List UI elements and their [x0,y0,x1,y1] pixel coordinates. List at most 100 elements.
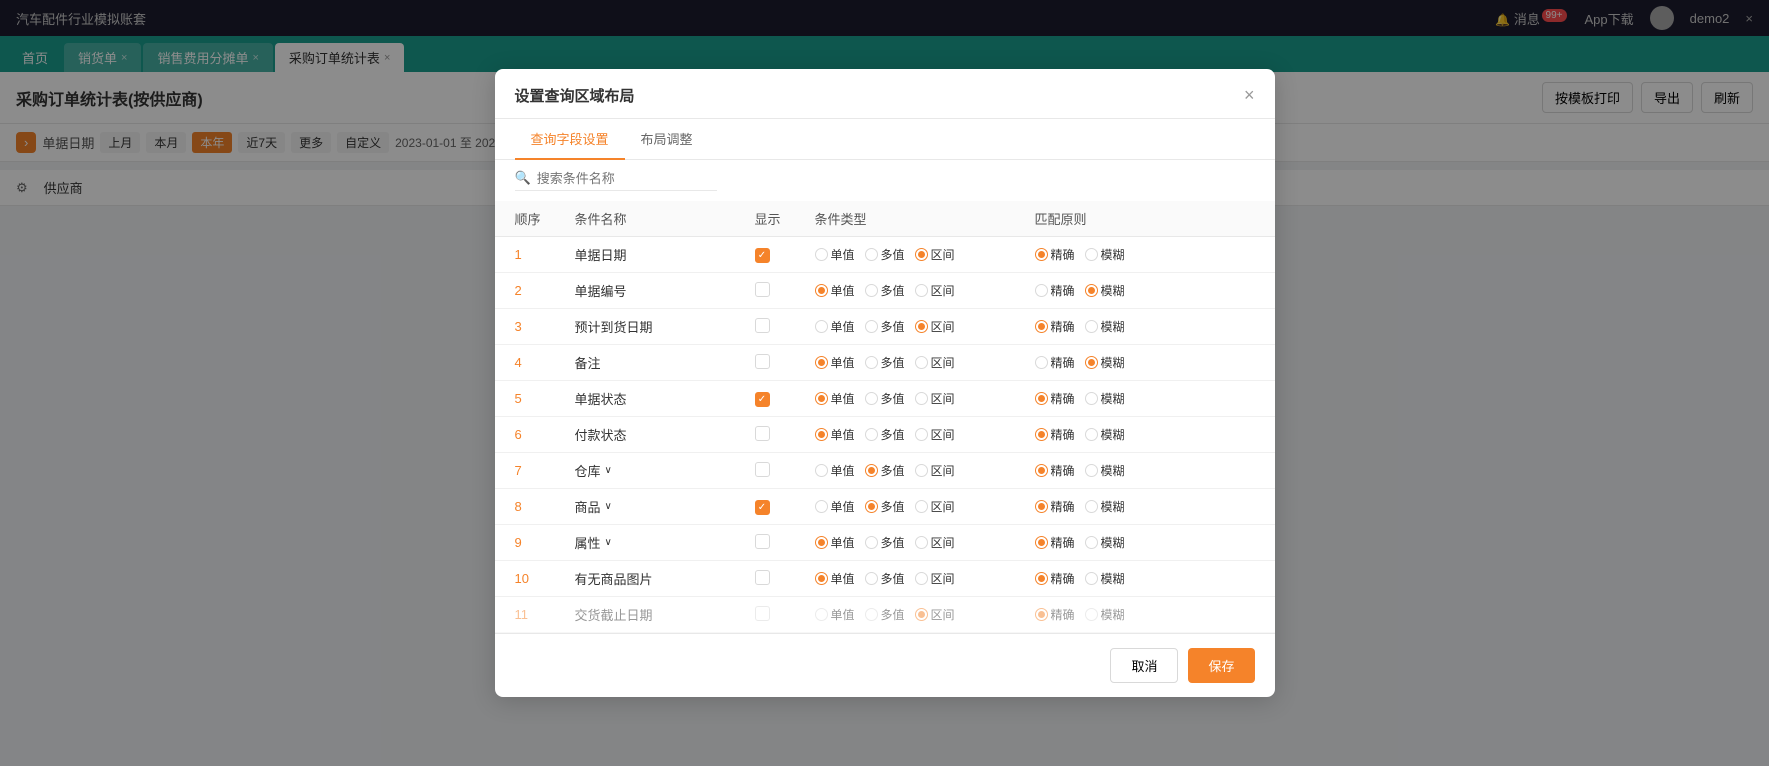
row4-display-chk[interactable] [755,354,815,372]
row7-display-chk[interactable] [755,462,815,480]
radio-single[interactable] [815,320,828,333]
radio-exact[interactable] [1035,428,1048,441]
checkbox-checked[interactable]: ✓ [755,500,770,515]
radio-range[interactable] [915,392,928,405]
radio-range[interactable] [915,428,928,441]
radio-fuzzy[interactable] [1085,500,1098,513]
radio-fuzzy[interactable] [1085,572,1098,585]
row8-display-chk[interactable]: ✓ [755,498,815,515]
radio-single[interactable] [815,248,828,261]
radio-multi[interactable] [865,536,878,549]
row2-display-chk[interactable] [755,282,815,300]
checkbox[interactable] [755,282,770,297]
radio-exact[interactable] [1035,248,1048,261]
row4-match: 精确 模糊 [1035,354,1235,371]
row11-display-chk[interactable] [755,606,815,624]
radio-multi[interactable] [865,392,878,405]
radio-multi[interactable] [865,248,878,261]
checkbox[interactable] [755,354,770,369]
radio-range[interactable] [915,248,928,261]
radio-range[interactable] [915,464,928,477]
radio-exact[interactable] [1035,356,1048,369]
checkbox[interactable] [755,462,770,477]
radio-multi[interactable] [865,500,878,513]
radio-single[interactable] [815,356,828,369]
row1-type: 单值 多值 区间 [815,246,1035,263]
checkbox[interactable] [755,426,770,441]
radio-exact[interactable] [1035,608,1048,621]
checkbox-checked[interactable]: ✓ [755,248,770,263]
row7-match: 精确 模糊 [1035,462,1235,479]
radio-multi[interactable] [865,284,878,297]
radio-fuzzy[interactable] [1085,284,1098,297]
radio-single[interactable] [815,392,828,405]
radio-range[interactable] [915,500,928,513]
radio-single[interactable] [815,284,828,297]
radio-multi[interactable] [865,572,878,585]
radio-range[interactable] [915,284,928,297]
radio-exact[interactable] [1035,464,1048,477]
tab-query-fields[interactable]: 查询字段设置 [515,119,625,160]
row8-type: 单值 多值 区间 [815,498,1035,515]
radio-fuzzy[interactable] [1085,392,1098,405]
radio-range[interactable] [915,536,928,549]
radio-multi[interactable] [865,464,878,477]
row7-type: 单值 多值 区间 [815,462,1035,479]
radio-exact[interactable] [1035,500,1048,513]
checkbox[interactable] [755,534,770,549]
radio-fuzzy[interactable] [1085,356,1098,369]
checkbox[interactable] [755,570,770,585]
col-match: 匹配原则 [1035,209,1235,228]
radio-single[interactable] [815,500,828,513]
row5-match: 精确 模糊 [1035,390,1235,407]
row6-display-chk[interactable] [755,426,815,444]
row5-display-chk[interactable]: ✓ [755,390,815,407]
row3-match: 精确 模糊 [1035,318,1235,335]
row1-display-chk[interactable]: ✓ [755,246,815,263]
radio-exact[interactable] [1035,536,1048,549]
row3-type: 单值 多值 区间 [815,318,1035,335]
radio-exact[interactable] [1035,320,1048,333]
radio-fuzzy[interactable] [1085,608,1098,621]
table-row: 2 单据编号 单值 多值 区间 精确 模糊 [495,273,1275,309]
radio-range[interactable] [915,572,928,585]
radio-exact[interactable] [1035,572,1048,585]
row2-match: 精确 模糊 [1035,282,1235,299]
radio-fuzzy[interactable] [1085,428,1098,441]
radio-single[interactable] [815,572,828,585]
radio-fuzzy[interactable] [1085,464,1098,477]
col-type: 条件类型 [815,209,1035,228]
cancel-button[interactable]: 取消 [1110,648,1178,683]
checkbox-checked[interactable]: ✓ [755,392,770,407]
radio-exact[interactable] [1035,284,1048,297]
radio-single[interactable] [815,536,828,549]
radio-single[interactable] [815,464,828,477]
radio-range[interactable] [915,320,928,333]
radio-range[interactable] [915,356,928,369]
row9-display-chk[interactable] [755,534,815,552]
checkbox[interactable] [755,318,770,333]
radio-fuzzy[interactable] [1085,536,1098,549]
row8-match: 精确 模糊 [1035,498,1235,515]
row10-display-chk[interactable] [755,570,815,588]
row11-match: 精确 模糊 [1035,606,1235,623]
radio-exact[interactable] [1035,392,1048,405]
dialog-search-input[interactable] [537,171,717,186]
radio-multi[interactable] [865,356,878,369]
checkbox[interactable] [755,606,770,621]
radio-multi[interactable] [865,428,878,441]
radio-single[interactable] [815,608,828,621]
tab-layout-adjust[interactable]: 布局调整 [625,119,709,160]
radio-single[interactable] [815,428,828,441]
radio-fuzzy[interactable] [1085,320,1098,333]
radio-multi[interactable] [865,608,878,621]
radio-multi[interactable] [865,320,878,333]
row2-type: 单值 多值 区间 [815,282,1035,299]
radio-range[interactable] [915,608,928,621]
save-button[interactable]: 保存 [1188,648,1254,683]
row3-display-chk[interactable] [755,318,815,336]
table-row: 10 有无商品图片 单值 多值 区间 精确 模糊 [495,561,1275,597]
dialog-close-btn[interactable]: × [1244,85,1255,106]
row6-type: 单值 多值 区间 [815,426,1035,443]
radio-fuzzy[interactable] [1085,248,1098,261]
